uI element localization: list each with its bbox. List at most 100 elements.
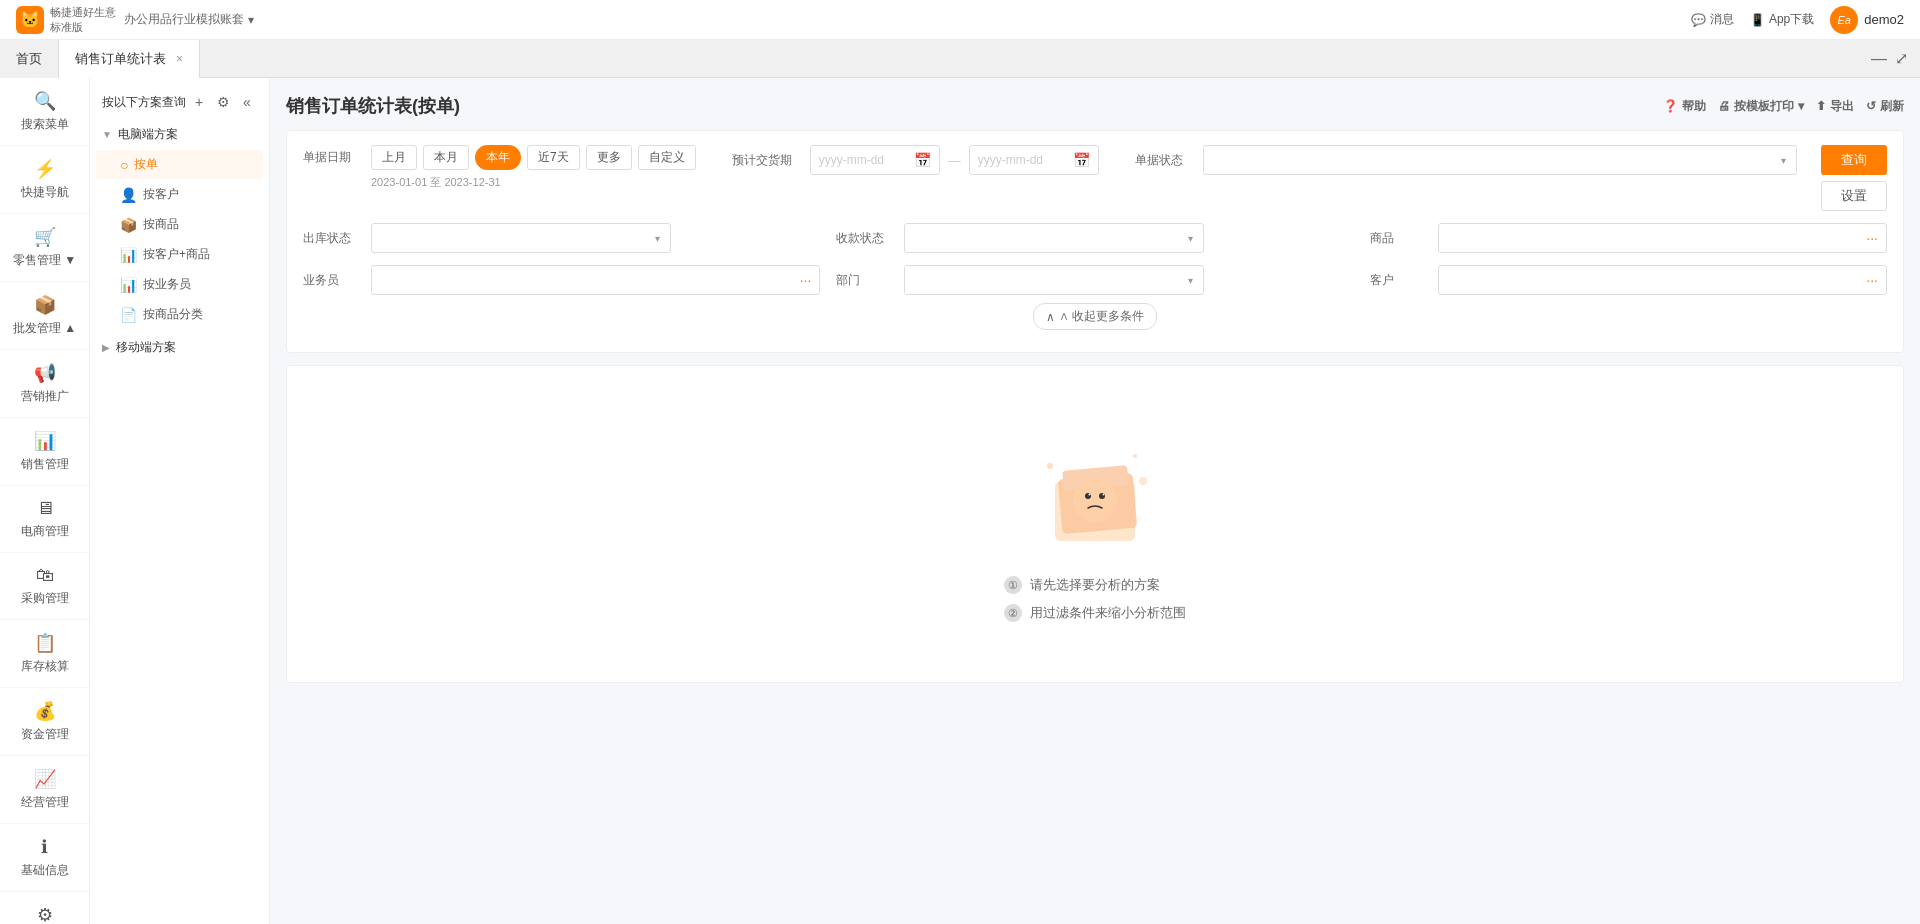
scheme-add-button[interactable]: + xyxy=(189,92,209,112)
salesperson-select[interactable]: ··· xyxy=(371,265,820,295)
help-icon: ❓ xyxy=(1663,99,1678,113)
sidebar-item-inventory[interactable]: 📋 库存核算 xyxy=(0,620,89,688)
sidebar-item-ecommerce[interactable]: 🖥 电商管理 xyxy=(0,486,89,553)
scheme-group-mobile-header[interactable]: ▶ 移动端方案 xyxy=(90,333,269,362)
scheme-item-by-order[interactable]: ○ 按单 xyxy=(96,150,263,179)
scheme-settings-button[interactable]: ⚙ xyxy=(213,92,233,112)
empty-tips: ① 请先选择要分析的方案 ② 用过滤条件来缩小分析范围 xyxy=(1004,576,1186,622)
order-scheme-icon: ○ xyxy=(120,157,128,173)
export-button[interactable]: ⬆ 导出 xyxy=(1816,98,1854,115)
scheme-item-by-customer-product[interactable]: 📊 按客户+商品 xyxy=(96,240,263,269)
payment-status-select[interactable]: ▾ xyxy=(904,223,1204,253)
tab-sales-order-stats[interactable]: 销售订单统计表 × xyxy=(59,40,200,78)
status-select[interactable]: ▾ xyxy=(1203,145,1797,175)
svg-point-10 xyxy=(1133,454,1137,458)
scheme-item-by-customer[interactable]: 👤 按客户 xyxy=(96,180,263,209)
expected-date-to-input[interactable]: yyyy-mm-dd 📅 xyxy=(969,145,1099,175)
scheme-item-by-product[interactable]: 📦 按商品 xyxy=(96,210,263,239)
app-download-button[interactable]: 📱 App下载 xyxy=(1750,11,1814,28)
tab-home[interactable]: 首页 xyxy=(0,40,59,78)
date-btn-last-7days[interactable]: 近7天 xyxy=(527,145,580,170)
chevron-right-icon: ▶ xyxy=(102,342,110,353)
svg-point-9 xyxy=(1139,477,1147,485)
sales-icon: 📊 xyxy=(34,430,56,452)
sidebar-item-purchase[interactable]: 🛍 采购管理 xyxy=(0,553,89,620)
collapse-button[interactable]: ∧ ∧ 收起更多条件 xyxy=(1033,303,1157,330)
top-bar-left: 🐱 畅捷通好生意 标准版 办公用品行业模拟账套 ▾ xyxy=(16,5,254,34)
date-btn-custom[interactable]: 自定义 xyxy=(638,145,696,170)
svg-point-6 xyxy=(1089,494,1091,496)
date-btn-more[interactable]: 更多 xyxy=(586,145,632,170)
collapse-row: ∧ ∧ 收起更多条件 xyxy=(303,295,1887,338)
sidebar-item-search[interactable]: 🔍 搜索菜单 xyxy=(0,78,89,146)
tip-num-2: ② xyxy=(1004,604,1022,622)
date-filter-section: 单据日期 上月 本月 本年 近7天 更多 自定义 2023-01-0 xyxy=(303,145,696,190)
expected-date-from-input[interactable]: yyyy-mm-dd 📅 xyxy=(810,145,940,175)
logo-area: 🐱 畅捷通好生意 标准版 xyxy=(16,5,116,34)
department-section: 部门 ▾ xyxy=(836,265,1353,295)
sidebar-item-quick-nav[interactable]: ⚡ 快捷导航 xyxy=(0,146,89,214)
message-icon: 💬 xyxy=(1691,13,1706,27)
help-button[interactable]: ❓ 帮助 xyxy=(1663,98,1706,115)
sidebar-item-marketing[interactable]: 📢 营销推广 xyxy=(0,350,89,418)
calendar-to-icon: 📅 xyxy=(1073,152,1090,168)
main-content: 销售订单统计表(按单) ❓ 帮助 🖨 按模板打印 ▾ ⬆ 导出 xyxy=(270,78,1920,924)
customer-product-scheme-icon: 📊 xyxy=(120,247,137,263)
date-btn-this-month[interactable]: 本月 xyxy=(423,145,469,170)
product-scheme-icon: 📦 xyxy=(120,217,137,233)
customer-section: 客户 ··· xyxy=(1370,265,1887,295)
scheme-item-by-category[interactable]: 📄 按商品分类 xyxy=(96,300,263,329)
department-dropdown-icon: ▾ xyxy=(1188,275,1193,286)
date-btn-this-year[interactable]: 本年 xyxy=(475,145,521,170)
delivery-status-select[interactable]: ▾ xyxy=(371,223,671,253)
purchase-icon: 🛍 xyxy=(36,565,54,586)
product-section: 商品 ··· xyxy=(1370,223,1887,253)
query-buttons: 查询 设置 xyxy=(1821,145,1887,211)
print-icon: 🖨 xyxy=(1718,99,1730,113)
product-select[interactable]: ··· xyxy=(1438,223,1887,253)
user-area[interactable]: Ea demo2 xyxy=(1830,6,1904,34)
top-bar-right: 💬 消息 📱 App下载 Ea demo2 xyxy=(1691,6,1904,34)
scheme-collapse-button[interactable]: « xyxy=(237,92,257,112)
sidebar-item-finance[interactable]: 💰 资金管理 xyxy=(0,688,89,756)
scheme-panel: 按以下方案查询 + ⚙ « ▼ 电脑端方案 ○ 按单 👤 xyxy=(90,78,270,924)
sidebar-item-sales[interactable]: 📊 销售管理 xyxy=(0,418,89,486)
quick-nav-icon: ⚡ xyxy=(34,158,56,180)
sidebar-item-retail[interactable]: 🛒 零售管理 ▼ xyxy=(0,214,89,282)
refresh-button[interactable]: ↺ 刷新 xyxy=(1866,98,1904,115)
page-title-actions: ❓ 帮助 🖨 按模板打印 ▾ ⬆ 导出 ↺ 刷新 xyxy=(1663,98,1904,115)
query-button[interactable]: 查询 xyxy=(1821,145,1887,175)
print-button[interactable]: 🖨 按模板打印 ▾ xyxy=(1718,98,1804,115)
sidebar-item-wholesale[interactable]: 📦 批发管理 ▲ xyxy=(0,282,89,350)
logo-text: 畅捷通好生意 标准版 xyxy=(50,5,116,34)
operations-icon: 📈 xyxy=(34,768,56,790)
payment-status-section: 收款状态 ▾ xyxy=(836,223,1353,253)
message-button[interactable]: 💬 消息 xyxy=(1691,11,1734,28)
sidebar-item-system[interactable]: ⚙ 系统管理 xyxy=(0,892,89,924)
refresh-icon: ↺ xyxy=(1866,99,1876,113)
scheme-panel-actions: + ⚙ « xyxy=(189,92,257,112)
app-download-icon: 📱 xyxy=(1750,13,1765,27)
sidebar-item-basic-info[interactable]: ℹ 基础信息 xyxy=(0,824,89,892)
date-btn-last-month[interactable]: 上月 xyxy=(371,145,417,170)
customer-select[interactable]: ··· xyxy=(1438,265,1887,295)
export-icon: ⬆ xyxy=(1816,99,1826,113)
department-select[interactable]: ▾ xyxy=(904,265,1204,295)
salesperson-dots-icon: ··· xyxy=(800,272,812,288)
tab-close-icon[interactable]: × xyxy=(176,52,183,66)
tab-maximize-icon[interactable]: ⤢ xyxy=(1895,49,1908,68)
scheme-item-by-salesperson[interactable]: 📊 按业务员 xyxy=(96,270,263,299)
scheme-group-mobile: ▶ 移动端方案 xyxy=(90,333,269,362)
inventory-icon: 📋 xyxy=(34,632,56,654)
date-filter-buttons: 上月 本月 本年 近7天 更多 自定义 xyxy=(371,145,696,170)
basic-info-icon: ℹ xyxy=(41,836,48,858)
product-dots-icon: ··· xyxy=(1866,230,1878,246)
tab-minimize-icon[interactable]: — xyxy=(1871,50,1887,68)
retail-icon: 🛒 xyxy=(34,226,56,248)
main-layout: 🔍 搜索菜单 ⚡ 快捷导航 🛒 零售管理 ▼ 📦 批发管理 ▲ 📢 营销推广 📊… xyxy=(0,78,1920,924)
empty-illustration xyxy=(1025,426,1165,556)
sidebar-item-operations[interactable]: 📈 经营管理 xyxy=(0,756,89,824)
setting-button[interactable]: 设置 xyxy=(1821,181,1887,211)
scheme-group-pc-header[interactable]: ▼ 电脑端方案 xyxy=(90,120,269,149)
delivery-status-section: 出库状态 ▾ xyxy=(303,223,820,253)
